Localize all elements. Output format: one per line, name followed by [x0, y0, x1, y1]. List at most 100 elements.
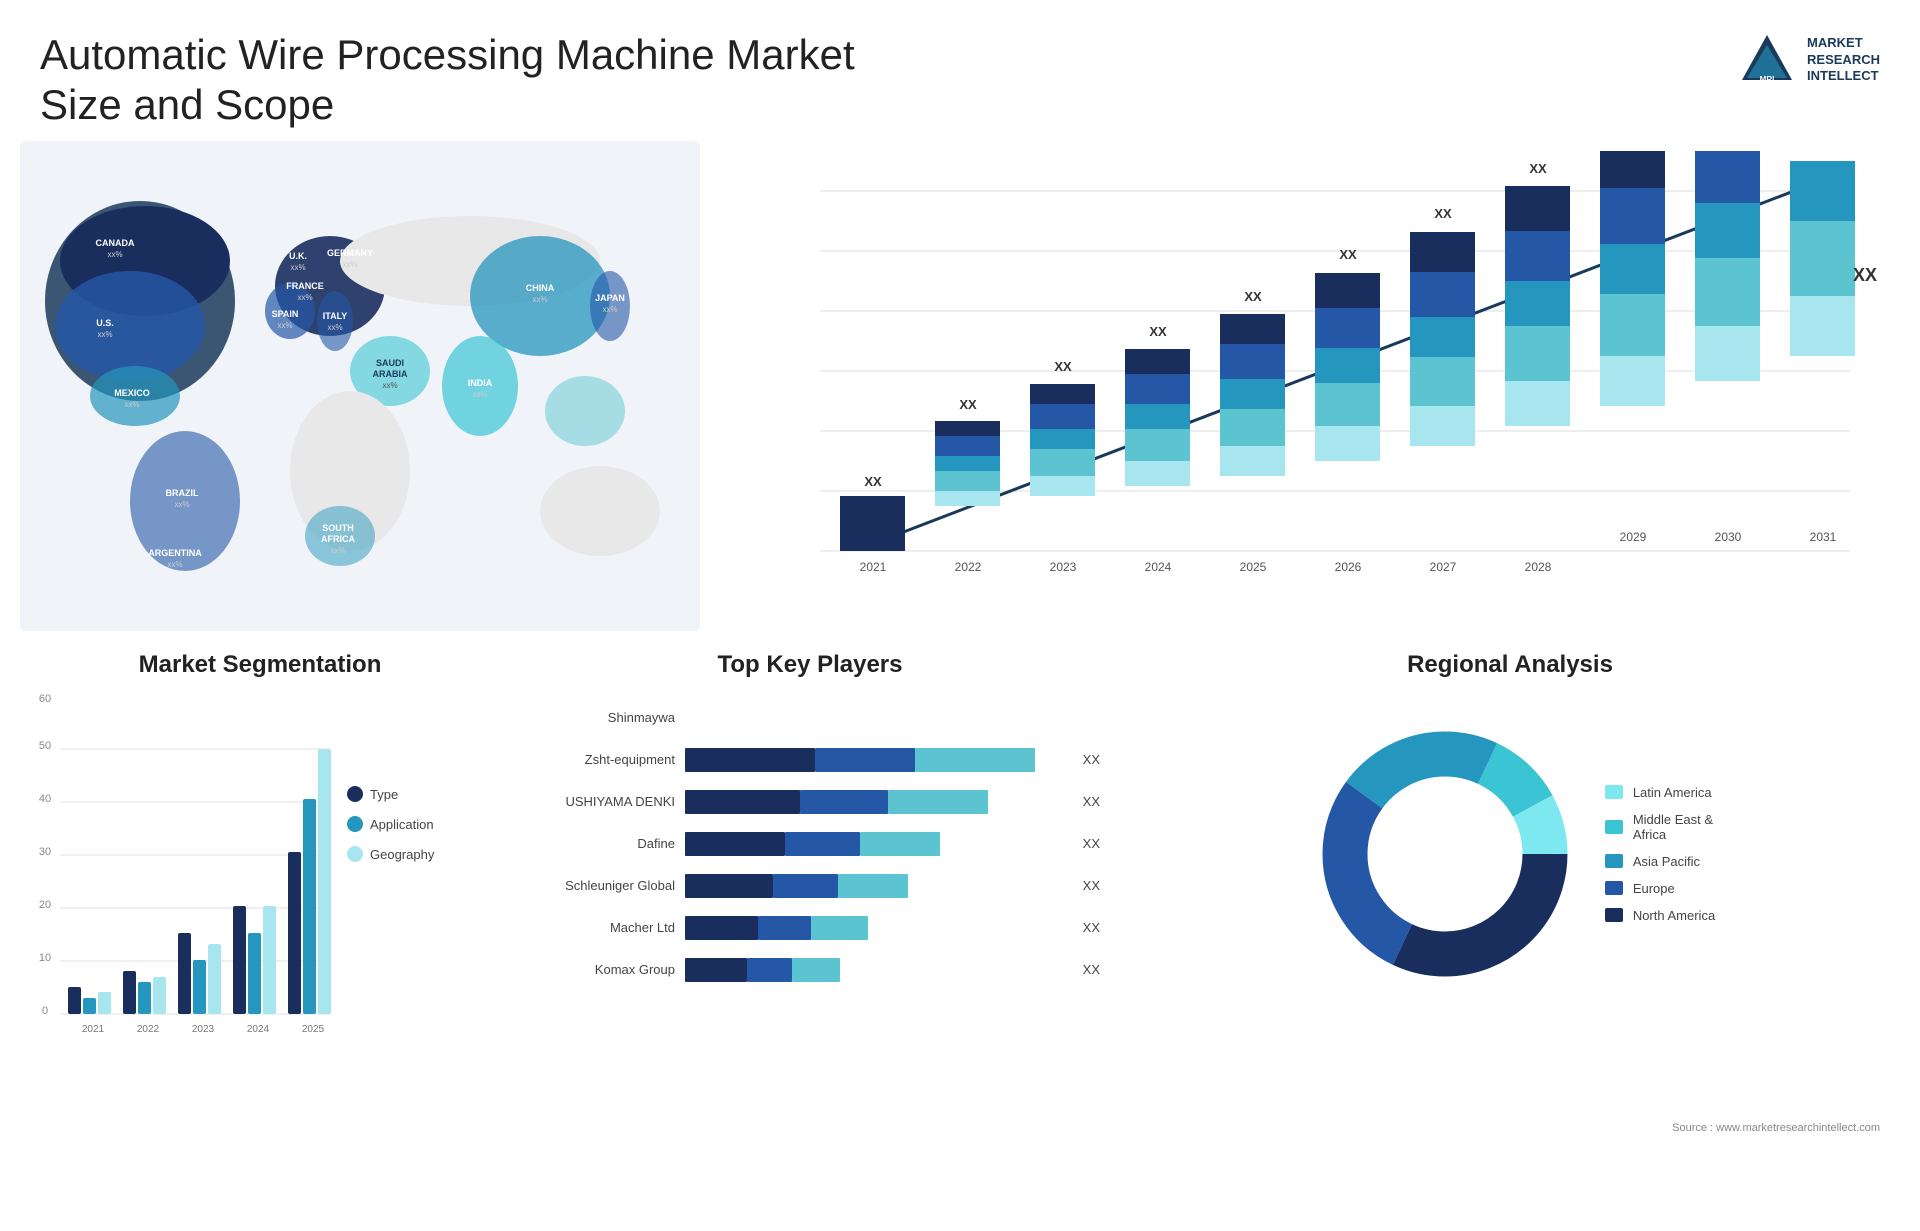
svg-text:2025: 2025 [1240, 560, 1267, 574]
svg-text:xx%: xx% [97, 330, 112, 339]
player-row: Dafine XX [520, 830, 1100, 858]
svg-text:xx%: xx% [472, 390, 487, 399]
logo-text: MARKET RESEARCH INTELLECT [1807, 35, 1880, 86]
svg-text:2025: 2025 [302, 1024, 325, 1035]
svg-text:xx%: xx% [277, 321, 292, 330]
svg-text:xx%: xx% [174, 500, 189, 509]
svg-text:U.K.: U.K. [289, 251, 307, 261]
svg-text:2027: 2027 [1430, 560, 1457, 574]
regional-container: Latin America Middle East &Africa Asia P… [1120, 694, 1900, 1014]
regional-legend: Latin America Middle East &Africa Asia P… [1605, 785, 1715, 923]
svg-text:CANADA: CANADA [96, 238, 135, 248]
player-value: XX [1083, 794, 1100, 809]
player-value: XX [1083, 962, 1100, 977]
svg-text:XX: XX [864, 474, 882, 489]
player-bar [685, 872, 1067, 900]
svg-text:SOUTH: SOUTH [322, 523, 354, 533]
player-name: Zsht-equipment [520, 752, 675, 767]
svg-text:XX: XX [1244, 289, 1262, 304]
svg-text:ARGENTINA: ARGENTINA [148, 548, 202, 558]
svg-text:XX: XX [1339, 247, 1357, 262]
svg-text:2022: 2022 [955, 560, 982, 574]
svg-text:xx%: xx% [167, 560, 182, 569]
player-value: XX [1083, 878, 1100, 893]
svg-text:XX: XX [1529, 161, 1547, 176]
svg-text:Geography: Geography [370, 847, 435, 862]
svg-text:2023: 2023 [1050, 560, 1077, 574]
svg-text:SPAIN: SPAIN [272, 309, 299, 319]
world-map-section: CANADA xx% U.S. xx% MEXICO xx% BRAZIL xx… [20, 141, 700, 631]
svg-text:xx%: xx% [124, 400, 139, 409]
svg-text:xx%: xx% [297, 293, 312, 302]
svg-text:2028: 2028 [1525, 560, 1552, 574]
segmentation-chart: 0 10 20 30 40 50 60 2021 2022 [20, 694, 500, 1064]
header: Automatic Wire Processing Machine Market… [0, 0, 1920, 141]
svg-text:0: 0 [42, 1005, 48, 1017]
player-row: Shinmaywa [520, 704, 1100, 732]
svg-text:AFRICA: AFRICA [321, 534, 355, 544]
legend-label-mideast: Middle East &Africa [1633, 812, 1713, 842]
svg-text:2024: 2024 [247, 1024, 270, 1035]
player-bar [685, 746, 1067, 774]
player-value: XX [1083, 836, 1100, 851]
player-row: Schleuniger Global XX [520, 872, 1100, 900]
player-bar [685, 788, 1067, 816]
svg-text:40: 40 [39, 793, 51, 805]
bar-chart-svg: XX 2021 XX 2022 XX 2023 XX 20 [740, 151, 1880, 621]
svg-text:Application: Application [370, 817, 434, 832]
svg-text:2026: 2026 [1335, 560, 1362, 574]
svg-text:FRANCE: FRANCE [286, 281, 324, 291]
donut-chart [1305, 714, 1585, 994]
svg-text:BRAZIL: BRAZIL [166, 488, 199, 498]
svg-text:20: 20 [39, 899, 51, 911]
legend-item-asia: Asia Pacific [1605, 854, 1715, 869]
svg-text:xx%: xx% [107, 250, 122, 259]
top-key-players: Top Key Players Shinmaywa Zsht-equipment… [520, 651, 1100, 1221]
svg-text:xx%: xx% [602, 305, 617, 314]
svg-text:GERMANY: GERMANY [327, 248, 373, 258]
svg-text:xx%: xx% [330, 546, 345, 555]
legend-color-northam [1605, 908, 1623, 922]
logo-icon: MRI [1737, 30, 1797, 90]
legend-label-latin: Latin America [1633, 785, 1712, 800]
svg-text:50: 50 [39, 740, 51, 752]
svg-text:2030: 2030 [1715, 530, 1742, 544]
svg-text:10: 10 [39, 952, 51, 964]
bottom-content: Market Segmentation 0 10 20 30 40 50 60 … [0, 641, 1920, 1231]
legend-item-mideast: Middle East &Africa [1605, 812, 1715, 842]
svg-text:XX: XX [1434, 206, 1452, 221]
svg-text:60: 60 [39, 694, 51, 705]
player-bar [685, 830, 1067, 858]
svg-text:xx%: xx% [327, 323, 342, 332]
svg-text:2021: 2021 [82, 1024, 105, 1035]
page-title: Automatic Wire Processing Machine Market… [40, 30, 940, 131]
svg-text:ITALY: ITALY [323, 311, 348, 321]
top-content: CANADA xx% U.S. xx% MEXICO xx% BRAZIL xx… [0, 141, 1920, 641]
player-bar [685, 956, 1067, 984]
legend-color-mideast [1605, 820, 1623, 834]
legend-item-northam: North America [1605, 908, 1715, 923]
player-row: USHIYAMA DENKI XX [520, 788, 1100, 816]
svg-text:xx%: xx% [532, 295, 547, 304]
legend-label-asia: Asia Pacific [1633, 854, 1700, 869]
svg-text:2023: 2023 [192, 1024, 215, 1035]
svg-text:xx%: xx% [290, 263, 305, 272]
svg-text:CHINA: CHINA [526, 283, 555, 293]
legend-color-latin [1605, 785, 1623, 799]
svg-text:SAUDI: SAUDI [376, 358, 404, 368]
player-name: USHIYAMA DENKI [520, 794, 675, 809]
player-value: XX [1083, 920, 1100, 935]
svg-text:2022: 2022 [137, 1024, 160, 1035]
svg-text:XX: XX [1149, 324, 1167, 339]
svg-text:U.S.: U.S. [96, 318, 114, 328]
legend-color-asia [1605, 854, 1623, 868]
svg-text:MRI: MRI [1760, 75, 1775, 84]
svg-text:MEXICO: MEXICO [114, 388, 150, 398]
player-row: Macher Ltd XX [520, 914, 1100, 942]
player-bar [685, 704, 1084, 732]
logo-area: MRI MARKET RESEARCH INTELLECT [1737, 30, 1880, 90]
regional-title: Regional Analysis [1120, 651, 1900, 679]
bar-chart-section: XX 2021 XX 2022 XX 2023 XX 20 [720, 141, 1900, 631]
player-value: XX [1083, 752, 1100, 767]
svg-text:JAPAN: JAPAN [595, 293, 625, 303]
